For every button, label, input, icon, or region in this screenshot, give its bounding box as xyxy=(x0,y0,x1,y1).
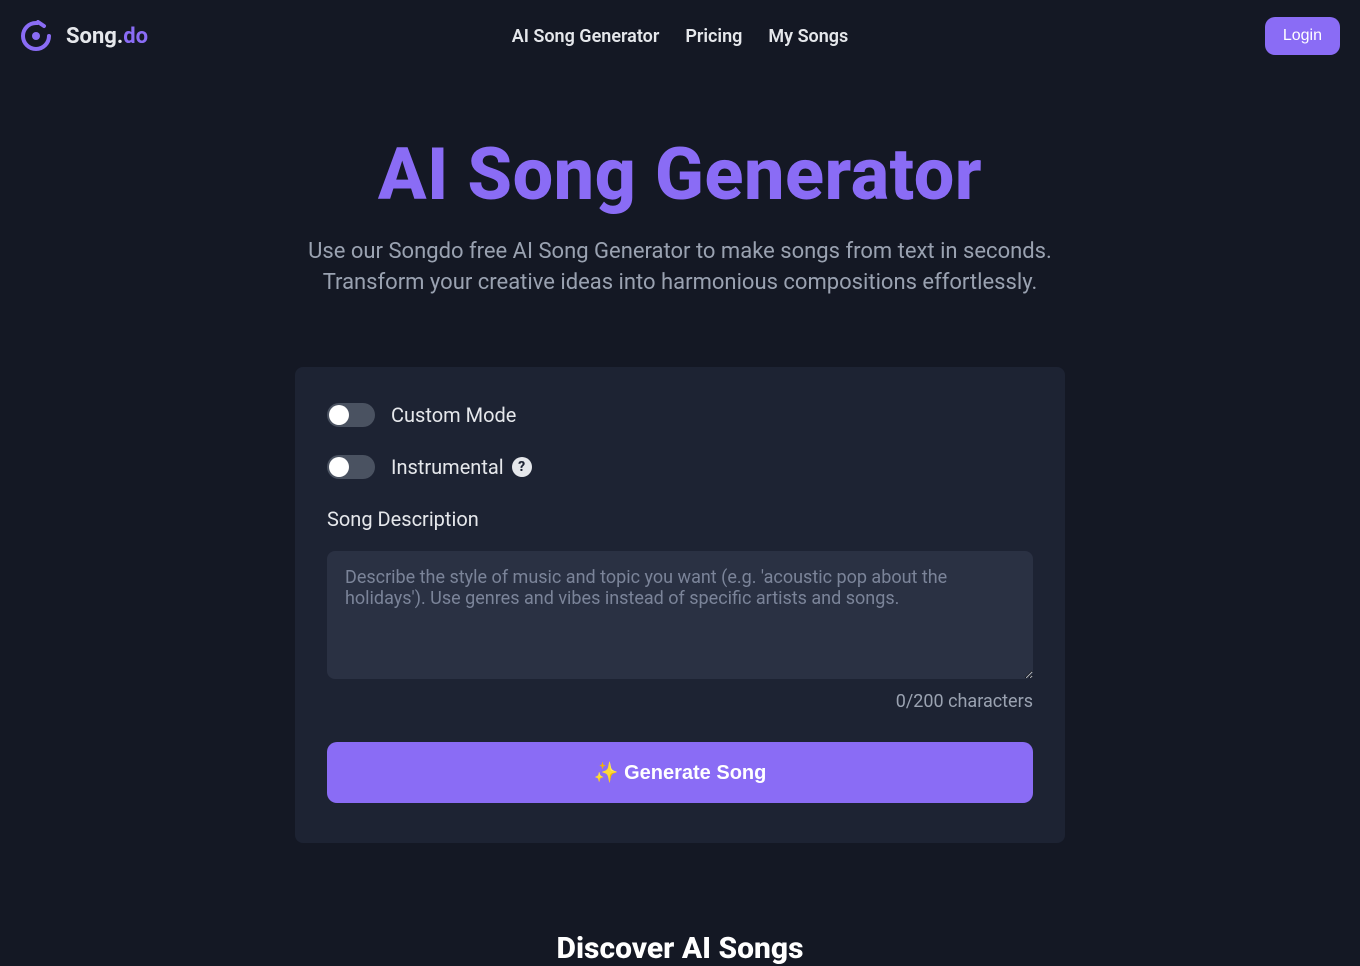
nav-ai-song-generator[interactable]: AI Song Generator xyxy=(512,26,660,47)
hero-sub-line1: Use our Songdo free AI Song Generator to… xyxy=(308,239,1052,264)
brand[interactable]: Song.do xyxy=(20,20,148,52)
custom-mode-label: Custom Mode xyxy=(391,403,516,427)
custom-mode-row: Custom Mode xyxy=(327,403,1033,427)
hero-sub-line2: Transform your creative ideas into harmo… xyxy=(323,270,1038,295)
music-disc-icon xyxy=(20,20,52,52)
discover-title: Discover AI Songs xyxy=(0,931,1360,966)
login-button[interactable]: Login xyxy=(1265,17,1340,55)
toggle-thumb xyxy=(329,405,349,425)
instrumental-toggle[interactable] xyxy=(327,455,375,479)
main-nav: AI Song Generator Pricing My Songs xyxy=(512,26,849,47)
hero: AI Song Generator Use our Songdo free AI… xyxy=(0,72,1360,319)
toggle-thumb xyxy=(329,457,349,477)
page-title: AI Song Generator xyxy=(20,132,1340,217)
brand-text: Song.do xyxy=(66,24,148,49)
brand-b: do xyxy=(123,24,148,49)
instrumental-label: Instrumental xyxy=(391,455,504,479)
generate-song-button[interactable]: ✨ Generate Song xyxy=(327,742,1033,803)
instrumental-row: Instrumental ? xyxy=(327,455,1033,479)
hero-subtitle: Use our Songdo free AI Song Generator to… xyxy=(270,237,1090,299)
instrumental-label-wrap: Instrumental ? xyxy=(391,455,532,479)
custom-mode-toggle[interactable] xyxy=(327,403,375,427)
help-icon[interactable]: ? xyxy=(512,457,532,477)
brand-a: Song. xyxy=(66,24,123,49)
generator-card: Custom Mode Instrumental ? Song Descript… xyxy=(295,367,1065,843)
nav-pricing[interactable]: Pricing xyxy=(685,26,742,47)
header: Song.do AI Song Generator Pricing My Son… xyxy=(0,0,1360,72)
nav-my-songs[interactable]: My Songs xyxy=(768,26,848,47)
song-description-label: Song Description xyxy=(327,507,1033,531)
char-count: 0/200 characters xyxy=(327,691,1033,712)
song-description-input[interactable] xyxy=(327,551,1033,679)
